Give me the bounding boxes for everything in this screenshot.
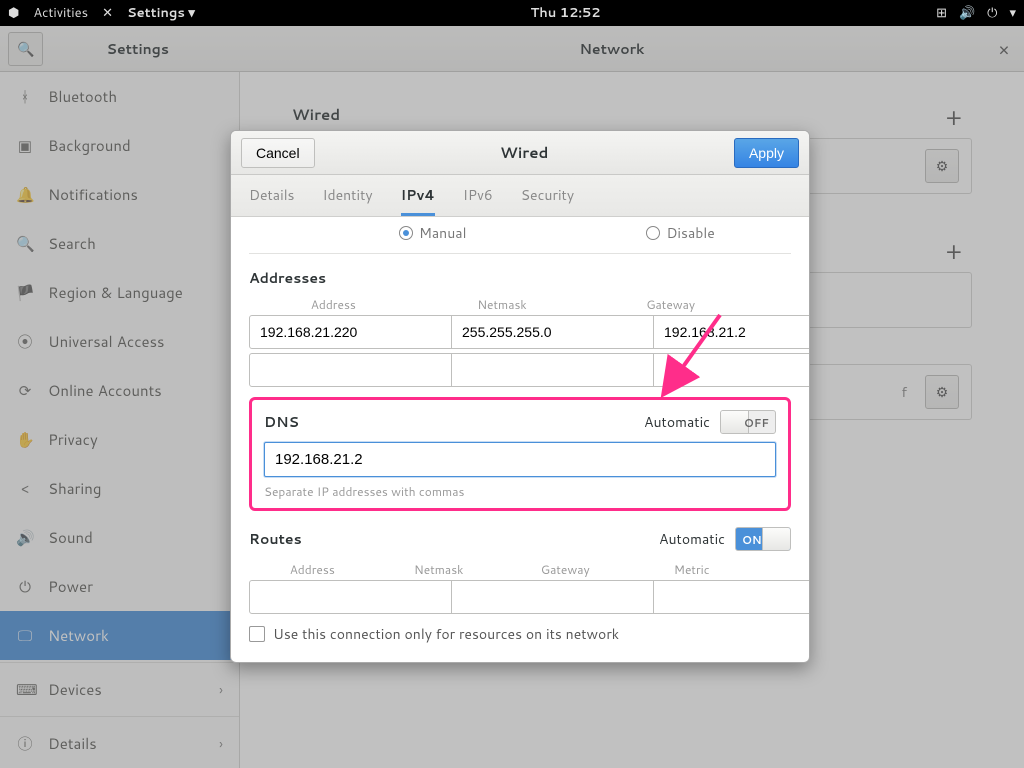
- routes-title: Routes: [249, 529, 302, 549]
- address-row: ✖: [249, 315, 791, 349]
- activities-button[interactable]: Activities: [33, 4, 88, 22]
- dialog-tabs: Details Identity IPv4 IPv6 Security: [231, 175, 809, 217]
- dns-hint: Separate IP addresses with commas: [264, 483, 776, 500]
- resources-only-label: Use this connection only for resources o…: [273, 624, 619, 644]
- connection-editor-dialog: Cancel Wired Apply Details Identity IPv4…: [230, 130, 810, 663]
- gateway-input[interactable]: [654, 315, 810, 349]
- route-row-empty: ✖: [249, 580, 791, 614]
- routes-automatic-toggle[interactable]: ON: [735, 527, 791, 551]
- volume-icon[interactable]: 🔊: [959, 4, 975, 22]
- gnome-topbar: ⬢ Activities ✕ Settings ▾ Thu 12:52 ⊞ 🔊 …: [0, 0, 1024, 26]
- addresses-title: Addresses: [249, 268, 791, 288]
- gateway-input[interactable]: [654, 353, 810, 387]
- tab-identity[interactable]: Identity: [323, 185, 373, 216]
- resources-only-checkbox[interactable]: [249, 626, 265, 642]
- power-icon[interactable]: ⏻: [987, 4, 997, 22]
- route-netmask-input[interactable]: [452, 580, 654, 614]
- dns-servers-input[interactable]: [264, 442, 776, 477]
- apply-button[interactable]: Apply: [734, 138, 799, 168]
- method-disable-radio[interactable]: Disable: [646, 223, 714, 243]
- tab-ipv4[interactable]: IPv4: [401, 185, 435, 216]
- network-indicator-icon[interactable]: ⊞: [936, 4, 947, 22]
- app-menu[interactable]: Settings ▾: [127, 4, 195, 22]
- routes-automatic-label: Automatic: [659, 529, 725, 549]
- system-menu-arrow-icon[interactable]: ▾: [1009, 4, 1016, 22]
- dns-automatic-label: Automatic: [644, 412, 710, 432]
- clock[interactable]: Thu 12:52: [195, 4, 936, 22]
- dns-section-highlighted: DNS Automatic OFF Separate IP addresses …: [249, 397, 791, 511]
- dns-title: DNS: [264, 412, 299, 432]
- address-input[interactable]: [249, 353, 452, 387]
- netmask-input[interactable]: [452, 353, 654, 387]
- tab-details[interactable]: Details: [249, 185, 295, 216]
- dns-automatic-toggle[interactable]: OFF: [720, 410, 776, 434]
- address-row-empty: ✖: [249, 353, 791, 387]
- activities-icon: ⬢: [8, 4, 19, 22]
- address-input[interactable]: [249, 315, 452, 349]
- settings-menu-icon: ✕: [102, 4, 113, 22]
- tab-ipv6[interactable]: IPv6: [463, 185, 493, 216]
- tab-security[interactable]: Security: [521, 185, 574, 216]
- cancel-button[interactable]: Cancel: [241, 138, 315, 168]
- route-address-input[interactable]: [249, 580, 452, 614]
- dialog-title: Wired: [315, 142, 734, 163]
- netmask-input[interactable]: [452, 315, 654, 349]
- route-gateway-input[interactable]: [654, 580, 810, 614]
- method-manual-radio[interactable]: Manual: [399, 223, 466, 243]
